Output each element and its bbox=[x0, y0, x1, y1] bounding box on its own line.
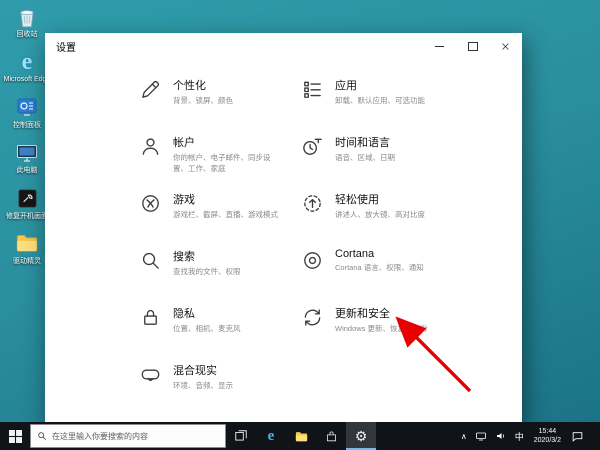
desktop-icon-label: 回收站 bbox=[16, 31, 38, 38]
category-subtitle: 语音、区域、日期 bbox=[335, 153, 395, 162]
mixed-reality-headset-icon bbox=[139, 363, 162, 386]
apps-list-icon bbox=[301, 78, 324, 101]
store-bag-icon bbox=[326, 431, 336, 441]
category-subtitle: 背景、锁屏、颜色 bbox=[173, 96, 233, 105]
category-title: 混合现实 bbox=[173, 365, 217, 377]
window-titlebar[interactable]: 设置 bbox=[45, 33, 522, 60]
taskbar-store-button[interactable] bbox=[316, 422, 346, 450]
settings-category-search[interactable]: 搜索 查找我的文件、权限 bbox=[139, 243, 297, 300]
repair-tool-icon bbox=[14, 185, 41, 212]
category-subtitle: 环境、音频、显示 bbox=[173, 381, 233, 390]
desktop-icon-label: Microsoft Edge bbox=[3, 76, 51, 84]
recycle-bin-icon bbox=[14, 3, 41, 30]
update-sync-icon bbox=[301, 306, 324, 329]
edge-icon: e bbox=[267, 427, 275, 444]
gear-icon: ⚙ bbox=[354, 428, 368, 444]
accounts-person-icon bbox=[139, 135, 162, 158]
start-button[interactable] bbox=[0, 422, 30, 450]
volume-icon[interactable] bbox=[495, 422, 507, 450]
category-title: 帐户 bbox=[173, 137, 195, 149]
window-controls bbox=[423, 33, 522, 60]
settings-window: 设置 个性化 背景、锁屏、颜色 应用 卸载、默认应用、可选功能 帐户 你的帐户、… bbox=[45, 33, 522, 425]
category-title: 游戏 bbox=[173, 194, 195, 206]
settings-category-accounts[interactable]: 帐户 你的帐户、电子邮件、同步设置、工作、家庭 bbox=[139, 129, 297, 186]
maximize-icon bbox=[467, 42, 478, 51]
category-subtitle: 讲述人、放大镜、高对比度 bbox=[335, 210, 425, 219]
action-center-icon[interactable] bbox=[571, 422, 584, 450]
search-icon bbox=[139, 249, 162, 272]
taskbar-settings-button[interactable]: ⚙ bbox=[346, 422, 376, 450]
category-subtitle: 查找我的文件、权限 bbox=[173, 267, 241, 276]
window-title: 设置 bbox=[56, 43, 76, 54]
taskbar-search-input[interactable]: 在这里输入你要搜索的内容 bbox=[30, 424, 226, 448]
category-subtitle: 位置、相机、麦克风 bbox=[173, 324, 241, 333]
category-title: 个性化 bbox=[173, 80, 206, 92]
settings-category-personalization[interactable]: 个性化 背景、锁屏、颜色 bbox=[139, 72, 297, 129]
windows-logo-icon bbox=[8, 429, 22, 443]
category-title: 应用 bbox=[335, 80, 357, 92]
settings-category-update-security[interactable]: 更新和安全 Windows 更新、恢复、备份 bbox=[301, 300, 459, 357]
settings-category-grid: 个性化 背景、锁屏、颜色 应用 卸载、默认应用、可选功能 帐户 你的帐户、电子邮… bbox=[45, 60, 522, 425]
cortana-ring-icon bbox=[301, 249, 324, 272]
tray-expand-chevron-icon[interactable]: ∧ bbox=[461, 422, 467, 450]
folder-icon bbox=[14, 230, 41, 257]
category-subtitle: Windows 更新、恢复、备份 bbox=[335, 324, 428, 333]
category-title: 时间和语言 bbox=[335, 137, 390, 149]
category-title: 搜索 bbox=[173, 251, 195, 263]
system-tray: ∧ 中 15:44 2020/3/2 bbox=[461, 422, 600, 450]
desktop-icon-label: 此电脑 bbox=[16, 167, 38, 175]
this-pc-icon bbox=[14, 139, 41, 166]
settings-category-apps[interactable]: 应用 卸载、默认应用、可选功能 bbox=[301, 72, 459, 129]
category-subtitle: 游戏栏、截屏、直播、游戏模式 bbox=[173, 210, 278, 219]
ease-of-access-icon bbox=[301, 192, 324, 215]
category-subtitle: 你的帐户、电子邮件、同步设置、工作、家庭 bbox=[173, 153, 271, 173]
ime-input-indicator[interactable]: 中 bbox=[515, 422, 524, 450]
desktop-icon-label: 驱动精灵 bbox=[13, 257, 41, 265]
settings-category-privacy[interactable]: 隐私 位置、相机、麦克风 bbox=[139, 300, 297, 357]
settings-category-ease-of-access[interactable]: 轻松使用 讲述人、放大镜、高对比度 bbox=[301, 186, 459, 243]
task-view-button[interactable] bbox=[226, 422, 256, 450]
network-icon[interactable] bbox=[475, 422, 487, 450]
close-icon bbox=[502, 43, 509, 50]
taskbar-clock[interactable]: 15:44 2020/3/2 bbox=[532, 427, 563, 445]
privacy-lock-icon bbox=[139, 306, 162, 329]
category-title: 轻松使用 bbox=[335, 194, 379, 206]
folder-icon bbox=[295, 431, 307, 441]
settings-category-gaming[interactable]: 游戏 游戏栏、截屏、直播、游戏模式 bbox=[139, 186, 297, 243]
maximize-button[interactable] bbox=[456, 33, 489, 60]
settings-category-time-language[interactable]: 时间和语言 语音、区域、日期 bbox=[301, 129, 459, 186]
category-subtitle: Cortana 语言、权限、通知 bbox=[335, 263, 424, 272]
desktop-icon-label: 修复开机画面 bbox=[6, 212, 48, 220]
time-language-clock-icon bbox=[301, 135, 324, 158]
clock-date: 2020/3/2 bbox=[533, 437, 561, 444]
settings-category-mixed-reality[interactable]: 混合现实 环境、音频、显示 bbox=[139, 357, 297, 414]
category-subtitle: 卸载、默认应用、可选功能 bbox=[335, 96, 425, 105]
taskbar-edge-button[interactable]: e bbox=[256, 422, 286, 450]
xbox-icon bbox=[139, 192, 162, 215]
category-title: 隐私 bbox=[173, 308, 195, 320]
task-view-icon bbox=[235, 430, 247, 441]
edge-icon: e bbox=[21, 48, 33, 75]
close-button[interactable] bbox=[489, 33, 522, 60]
clock-time: 15:44 bbox=[538, 427, 557, 435]
category-title: Cortana bbox=[335, 248, 375, 260]
settings-category-cortana[interactable]: Cortana Cortana 语言、权限、通知 bbox=[301, 243, 459, 300]
minimize-icon bbox=[435, 46, 444, 47]
minimize-button[interactable] bbox=[423, 33, 456, 60]
personalization-pen-icon bbox=[139, 78, 162, 101]
control-panel-icon bbox=[14, 94, 41, 121]
category-title: 更新和安全 bbox=[335, 308, 390, 320]
taskbar: 在这里输入你要搜索的内容 e ⚙ ∧ 中 15:44 2020/3/2 bbox=[0, 422, 600, 450]
taskbar-file-explorer-button[interactable] bbox=[286, 422, 316, 450]
search-placeholder: 在这里输入你要搜索的内容 bbox=[52, 431, 148, 441]
search-icon bbox=[38, 432, 47, 441]
desktop-icon-label: 控制面板 bbox=[13, 121, 41, 129]
